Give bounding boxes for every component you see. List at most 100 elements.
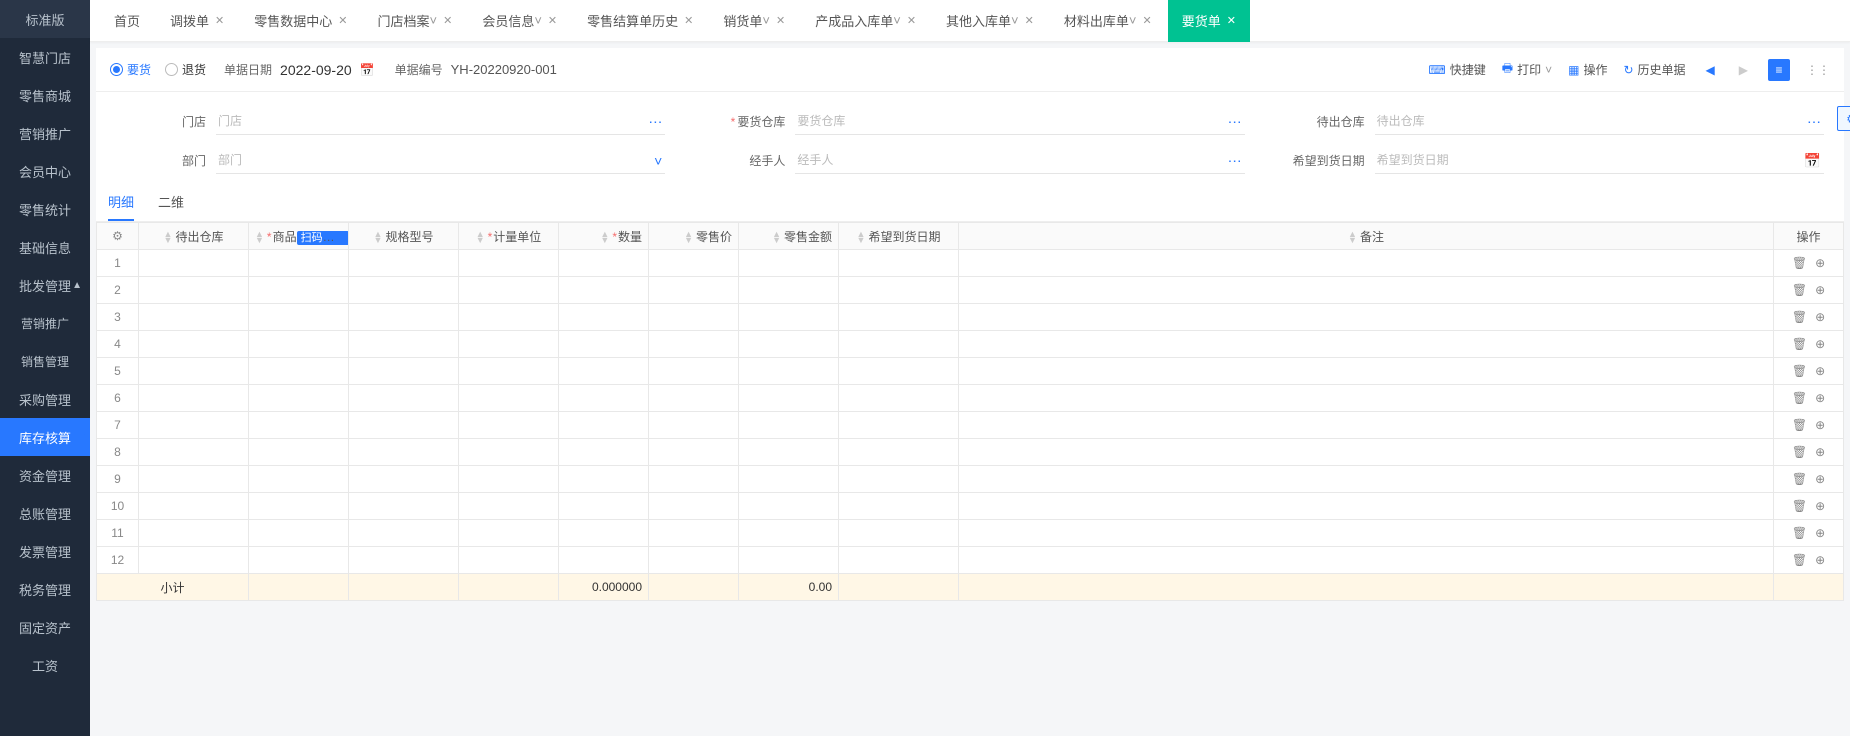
- cell[interactable]: [739, 277, 839, 304]
- cell[interactable]: [559, 412, 649, 439]
- calendar-icon[interactable]: 📅: [1804, 152, 1822, 169]
- print-button[interactable]: 🖶打印 ˅: [1502, 59, 1552, 80]
- more-icon[interactable]: ⋮⋮: [1806, 63, 1830, 77]
- cell[interactable]: [839, 439, 959, 466]
- add-row-icon[interactable]: ⊕: [1815, 256, 1825, 270]
- cell[interactable]: [559, 520, 649, 547]
- col-price[interactable]: ▲▼零售价: [649, 223, 739, 250]
- cell[interactable]: [739, 520, 839, 547]
- tab-要货单[interactable]: 要货单✕: [1168, 0, 1250, 42]
- sidebar-item-invoice[interactable]: 发票管理: [0, 532, 90, 570]
- tab-零售结算单历史[interactable]: 零售结算单历史✕: [573, 0, 707, 42]
- col-out-warehouse[interactable]: ▲▼待出仓库: [139, 223, 249, 250]
- cell[interactable]: [139, 520, 249, 547]
- cell[interactable]: [959, 331, 1774, 358]
- add-row-icon[interactable]: ⊕: [1815, 526, 1825, 540]
- sidebar-item-ledger[interactable]: 总账管理: [0, 494, 90, 532]
- cell[interactable]: [349, 412, 459, 439]
- sidebar-item-smart-store[interactable]: 智慧门店: [0, 38, 90, 76]
- cell[interactable]: [839, 358, 959, 385]
- cell[interactable]: [139, 547, 249, 574]
- cell[interactable]: [349, 304, 459, 331]
- col-product[interactable]: ▲▼*商品扫码录入: [249, 223, 349, 250]
- cell[interactable]: [649, 493, 739, 520]
- cell[interactable]: [139, 277, 249, 304]
- cell[interactable]: [739, 466, 839, 493]
- cell[interactable]: [649, 304, 739, 331]
- cell[interactable]: [959, 412, 1774, 439]
- sidebar-item-purchase[interactable]: 采购管理: [0, 380, 90, 418]
- table-row[interactable]: 3🗑⊕: [97, 304, 1844, 331]
- history-button[interactable]: ↻历史单据: [1623, 61, 1685, 78]
- cell[interactable]: [249, 304, 349, 331]
- cell[interactable]: [839, 331, 959, 358]
- delete-row-icon[interactable]: 🗑: [1792, 256, 1807, 270]
- chevron-down-icon[interactable]: ˅: [654, 153, 663, 169]
- cell[interactable]: [839, 304, 959, 331]
- delete-row-icon[interactable]: 🗑: [1792, 283, 1807, 297]
- delete-row-icon[interactable]: 🗑: [1792, 526, 1807, 540]
- delete-row-icon[interactable]: 🗑: [1792, 472, 1807, 486]
- cell[interactable]: [249, 385, 349, 412]
- cell[interactable]: [649, 412, 739, 439]
- add-row-icon[interactable]: ⊕: [1815, 310, 1825, 324]
- close-icon[interactable]: ✕: [1025, 14, 1034, 27]
- cell[interactable]: [139, 466, 249, 493]
- cell[interactable]: [459, 439, 559, 466]
- cell[interactable]: [249, 277, 349, 304]
- next-doc-button[interactable]: ▶: [1735, 63, 1752, 77]
- tab-销货单[interactable]: 销货单 ˅✕: [709, 0, 799, 42]
- cell[interactable]: [559, 547, 649, 574]
- cell[interactable]: [839, 547, 959, 574]
- add-row-icon[interactable]: ⊕: [1815, 364, 1825, 378]
- cell[interactable]: [839, 412, 959, 439]
- tab-detail[interactable]: 明细: [108, 192, 134, 221]
- close-icon[interactable]: ✕: [1227, 14, 1236, 27]
- out-warehouse-input[interactable]: [1375, 108, 1824, 135]
- cell[interactable]: [139, 493, 249, 520]
- table-row[interactable]: 10🗑⊕: [97, 493, 1844, 520]
- cell[interactable]: [349, 520, 459, 547]
- table-row[interactable]: 2🗑⊕: [97, 277, 1844, 304]
- expect-date-input[interactable]: [1375, 147, 1824, 174]
- operate-button[interactable]: ▦操作: [1568, 61, 1607, 78]
- cell[interactable]: [459, 358, 559, 385]
- doc-date-value[interactable]: 2022-09-20: [280, 62, 352, 78]
- sidebar-item-salary[interactable]: 工资: [0, 646, 90, 684]
- lookup-icon[interactable]: ⋯: [648, 113, 663, 130]
- cell[interactable]: [459, 304, 559, 331]
- tab-材料出库单[interactable]: 材料出库单 ˅✕: [1050, 0, 1166, 42]
- delete-row-icon[interactable]: 🗑: [1792, 391, 1807, 405]
- close-icon[interactable]: ✕: [907, 14, 916, 27]
- add-row-icon[interactable]: ⊕: [1815, 283, 1825, 297]
- cell[interactable]: [839, 493, 959, 520]
- cell[interactable]: [959, 385, 1774, 412]
- delete-row-icon[interactable]: 🗑: [1792, 499, 1807, 513]
- cell[interactable]: [559, 466, 649, 493]
- cell[interactable]: [739, 304, 839, 331]
- cell[interactable]: [559, 358, 649, 385]
- cell[interactable]: [349, 250, 459, 277]
- close-icon[interactable]: ✕: [443, 14, 452, 27]
- table-row[interactable]: 8🗑⊕: [97, 439, 1844, 466]
- add-row-icon[interactable]: ⊕: [1815, 337, 1825, 351]
- cell[interactable]: [459, 331, 559, 358]
- cell[interactable]: [649, 250, 739, 277]
- radio-request-goods[interactable]: 要货: [110, 61, 151, 78]
- req-warehouse-input[interactable]: [795, 108, 1244, 135]
- cell[interactable]: [839, 466, 959, 493]
- sidebar-item-retail-mall[interactable]: 零售商城: [0, 76, 90, 114]
- cell[interactable]: [739, 493, 839, 520]
- tab-grid[interactable]: 二维: [158, 192, 184, 221]
- cell[interactable]: [349, 493, 459, 520]
- cell[interactable]: [649, 547, 739, 574]
- delete-row-icon[interactable]: 🗑: [1792, 418, 1807, 432]
- cell[interactable]: [959, 304, 1774, 331]
- table-row[interactable]: 11🗑⊕: [97, 520, 1844, 547]
- table-row[interactable]: 4🗑⊕: [97, 331, 1844, 358]
- cell[interactable]: [139, 358, 249, 385]
- sidebar-item-base-info[interactable]: 基础信息: [0, 228, 90, 266]
- cell[interactable]: [559, 250, 649, 277]
- cell[interactable]: [559, 304, 649, 331]
- sidebar-item-marketing[interactable]: 营销推广: [0, 114, 90, 152]
